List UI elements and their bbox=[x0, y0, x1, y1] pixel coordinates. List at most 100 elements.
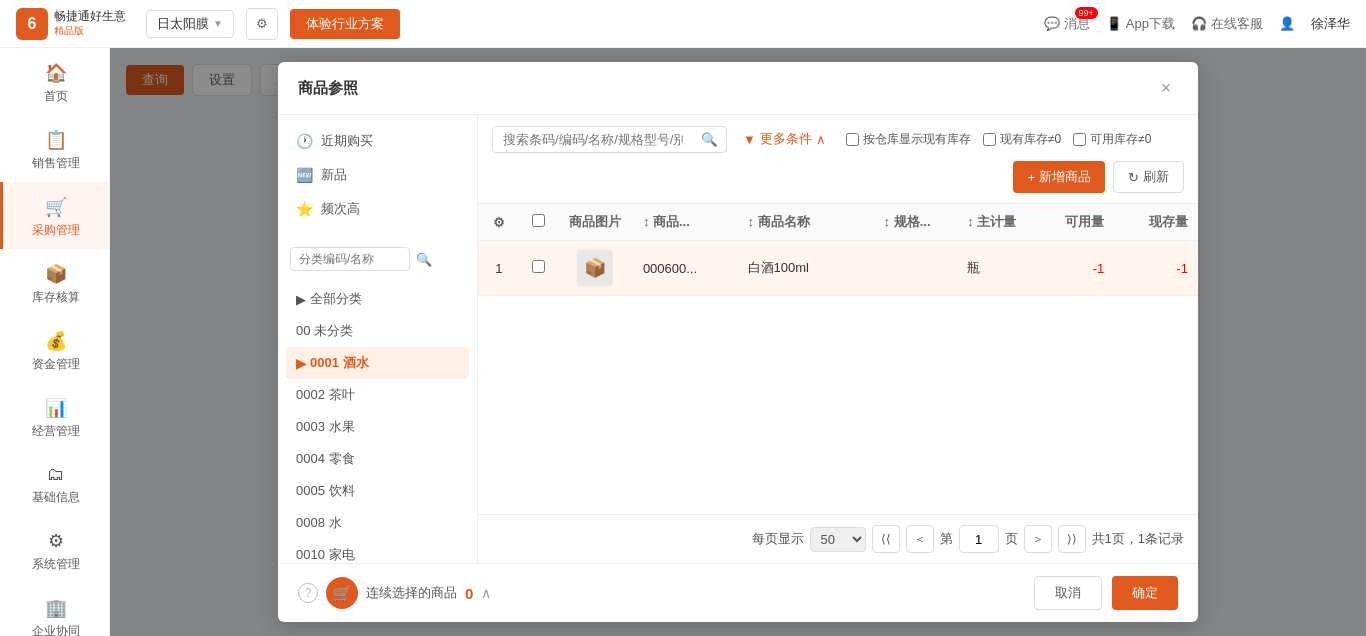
confirm-button[interactable]: 确定 bbox=[1112, 576, 1178, 610]
category-0010[interactable]: 0010 家电 bbox=[286, 539, 469, 563]
settings-gear-button[interactable]: ⚙ bbox=[246, 8, 278, 40]
cancel-button[interactable]: 取消 bbox=[1034, 576, 1102, 610]
col-spec-header[interactable]: ↕ 规格... bbox=[874, 204, 958, 241]
product-img-placeholder: 📦 bbox=[577, 250, 613, 286]
refresh-icon: ↻ bbox=[1128, 170, 1139, 185]
avatar-icon: 👤 bbox=[1279, 16, 1295, 31]
refresh-label: 刷新 bbox=[1143, 168, 1169, 186]
modal-close-button[interactable]: × bbox=[1154, 76, 1178, 100]
trial-button[interactable]: 体验行业方案 bbox=[290, 9, 400, 39]
category-search-area: 🔍 bbox=[278, 241, 477, 277]
avail-nonzero-checkbox[interactable] bbox=[1073, 133, 1086, 146]
sidebar-item-home[interactable]: 🏠 首页 bbox=[0, 48, 109, 115]
modal-body: 🕐 近期购买 🆕 新品 ⭐ 频次高 bbox=[278, 115, 1198, 563]
category-0005[interactable]: 0005 饮料 bbox=[286, 475, 469, 507]
add-product-button[interactable]: + 新增商品 bbox=[1013, 161, 1105, 193]
page-size-select[interactable]: 10 20 50 100 bbox=[810, 527, 866, 552]
col-code-header[interactable]: ↕ 商品... bbox=[633, 204, 738, 241]
system-icon: ⚙ bbox=[48, 530, 64, 552]
cell-name: 白酒100ml bbox=[738, 241, 874, 296]
pagination-bar: 每页显示 10 20 50 100 ⟨⟨ ＜ 第 页 bbox=[478, 514, 1198, 563]
nav-right: 💬 消息 99+ 📱 App下载 🎧 在线客服 👤 徐泽华 bbox=[1044, 15, 1350, 33]
col-name-header[interactable]: ↕ 商品名称 bbox=[738, 204, 874, 241]
first-page-button[interactable]: ⟨⟨ bbox=[872, 525, 900, 553]
page-suffix: 页 bbox=[1005, 530, 1018, 548]
category-0003[interactable]: 0003 水果 bbox=[286, 411, 469, 443]
total-info: 共1页，1条记录 bbox=[1092, 530, 1184, 548]
more-filter-button[interactable]: ▼ 更多条件 ∧ bbox=[735, 125, 834, 153]
category-00[interactable]: 00 未分类 bbox=[286, 315, 469, 347]
cart-icon-button[interactable]: 🛒 bbox=[326, 577, 358, 609]
stock-nonzero-checkbox[interactable] bbox=[983, 133, 996, 146]
phone-icon: 📱 bbox=[1106, 16, 1122, 31]
product-search-button[interactable]: 🔍 bbox=[693, 127, 726, 152]
select-all-checkbox[interactable] bbox=[532, 214, 545, 227]
nav-recent[interactable]: 🕐 近期购买 bbox=[286, 125, 469, 157]
product-search-input[interactable] bbox=[493, 127, 693, 152]
nav-new[interactable]: 🆕 新品 bbox=[286, 159, 469, 191]
cell-code: 000600... bbox=[633, 241, 738, 296]
category-0002[interactable]: 0002 茶叶 bbox=[286, 379, 469, 411]
category-0005-label: 0005 饮料 bbox=[296, 482, 355, 500]
inventory-icon: 📦 bbox=[45, 263, 67, 285]
sidebar-item-enterprise[interactable]: 🏢 企业协同 bbox=[0, 583, 109, 636]
right-toolbar: 🔍 ▼ 更多条件 ∧ 按仓库显示现有库存 bbox=[478, 115, 1198, 204]
sidebar-item-purchase[interactable]: 🛒 采购管理 bbox=[0, 182, 109, 249]
app-download-nav-item[interactable]: 📱 App下载 bbox=[1106, 15, 1175, 33]
help-icon[interactable]: ? bbox=[298, 583, 318, 603]
col-avail-header[interactable]: 可用量 bbox=[1031, 204, 1115, 241]
purchase-icon: 🛒 bbox=[45, 196, 67, 218]
avail-nonzero-checkbox-group: 可用库存≠0 bbox=[1073, 131, 1151, 148]
more-filter-label: 更多条件 bbox=[760, 130, 812, 148]
message-nav-item[interactable]: 💬 消息 99+ bbox=[1044, 15, 1090, 33]
sidebar-item-business[interactable]: 📊 经营管理 bbox=[0, 383, 109, 450]
selection-collapse-button[interactable]: ∧ bbox=[481, 585, 491, 601]
sidebar-item-sales[interactable]: 📋 销售管理 bbox=[0, 115, 109, 182]
star-icon: ⭐ bbox=[296, 201, 313, 217]
sidebar-item-finance[interactable]: 💰 资金管理 bbox=[0, 316, 109, 383]
cell-check[interactable] bbox=[520, 241, 558, 296]
category-0001[interactable]: ▶ 0001 酒水 bbox=[286, 347, 469, 379]
prev-page-button[interactable]: ＜ bbox=[906, 525, 934, 553]
category-0008[interactable]: 0008 水 bbox=[286, 507, 469, 539]
table-settings-icon[interactable]: ⚙ bbox=[493, 215, 505, 230]
user-avatar[interactable]: 👤 bbox=[1279, 16, 1295, 31]
refresh-button[interactable]: ↻ 刷新 bbox=[1113, 161, 1184, 193]
sidebar-label-inventory: 库存核算 bbox=[32, 289, 80, 306]
selection-label: 连续选择的商品 bbox=[366, 584, 457, 602]
category-0004[interactable]: 0004 零食 bbox=[286, 443, 469, 475]
stock-nonzero-checkbox-group: 现有库存≠0 bbox=[983, 131, 1061, 148]
nav-frequent[interactable]: ⭐ 频次高 bbox=[286, 193, 469, 225]
last-page-button[interactable]: ⟩⟩ bbox=[1058, 525, 1086, 553]
base-icon: 🗂 bbox=[47, 464, 65, 485]
table-header-row: ⚙ 商品图片 bbox=[478, 204, 1198, 241]
customer-service-nav-item[interactable]: 🎧 在线客服 bbox=[1191, 15, 1263, 33]
filter-icon: ▼ bbox=[743, 132, 756, 147]
category-0003-label: 0003 水果 bbox=[296, 418, 355, 436]
next-page-button[interactable]: ＞ bbox=[1024, 525, 1052, 553]
category-all[interactable]: ▶ 全部分类 bbox=[286, 283, 469, 315]
cell-stock: -1 bbox=[1114, 241, 1198, 296]
right-panel: 🔍 ▼ 更多条件 ∧ 按仓库显示现有库存 bbox=[478, 115, 1198, 563]
page-number-input[interactable] bbox=[959, 525, 999, 553]
all-arrow-icon: ▶ bbox=[296, 292, 306, 307]
product-table-area: ⚙ 商品图片 bbox=[478, 204, 1198, 514]
category-search-icon[interactable]: 🔍 bbox=[416, 252, 432, 267]
table-row[interactable]: 1 📦 bbox=[478, 241, 1198, 296]
sidebar-item-inventory[interactable]: 📦 库存核算 bbox=[0, 249, 109, 316]
store-selector[interactable]: 日太阳膜 ▼ bbox=[146, 10, 234, 38]
col-unit-header[interactable]: ↕ 主计量 bbox=[957, 204, 1030, 241]
row-checkbox[interactable] bbox=[532, 260, 545, 273]
modal-overlay[interactable]: 商品参照 × 🕐 近期购买 🆕 bbox=[110, 48, 1366, 636]
logo-icon: 6 bbox=[16, 8, 48, 40]
category-search-input[interactable] bbox=[290, 247, 410, 271]
footer-right: 取消 确定 bbox=[1034, 576, 1178, 610]
home-icon: 🏠 bbox=[45, 62, 67, 84]
logo-sub: 精品版 bbox=[54, 24, 126, 38]
col-stock-header[interactable]: 现存量 bbox=[1114, 204, 1198, 241]
sidebar-item-base[interactable]: 🗂 基础信息 bbox=[0, 450, 109, 516]
warehouse-stock-checkbox[interactable] bbox=[846, 133, 859, 146]
sidebar: 🏠 首页 📋 销售管理 🛒 采购管理 📦 库存核算 💰 资金管理 📊 经营管理 … bbox=[0, 48, 110, 636]
nav-new-label: 新品 bbox=[321, 166, 347, 184]
sidebar-item-system[interactable]: ⚙ 系统管理 bbox=[0, 516, 109, 583]
